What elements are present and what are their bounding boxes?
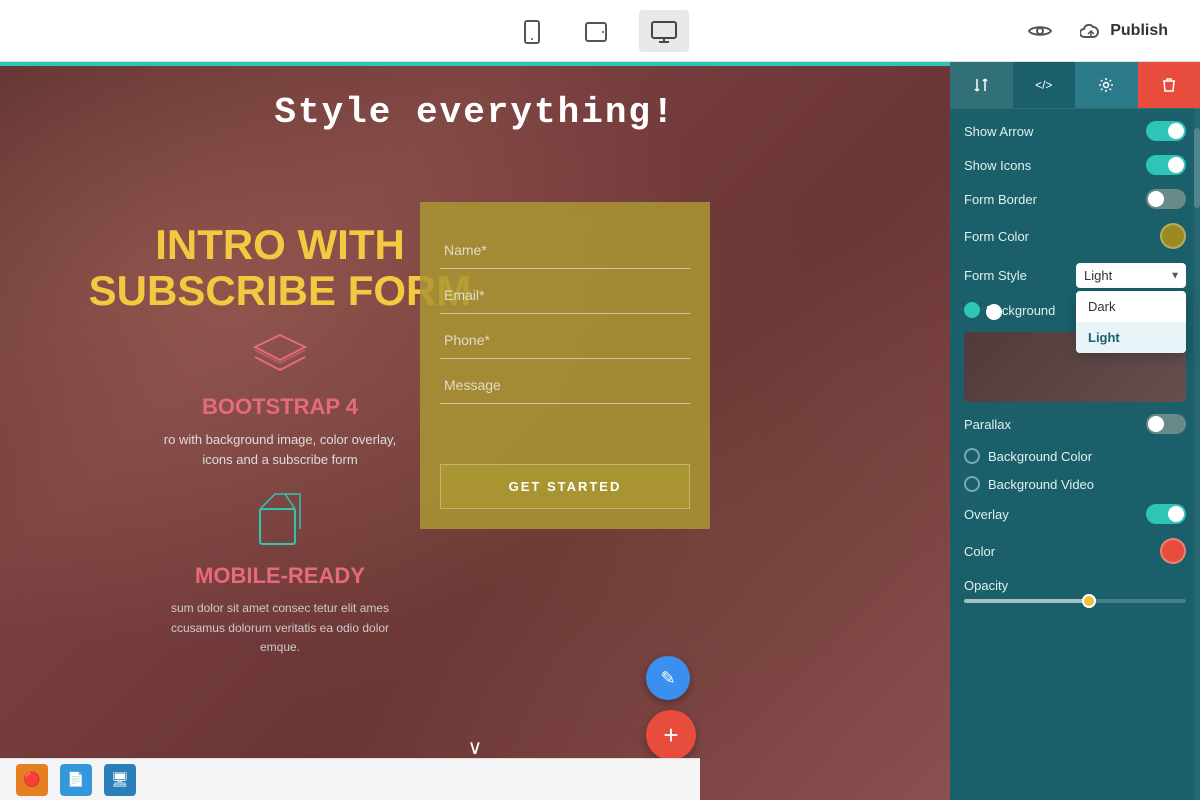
bottom-btn-1[interactable]: 🔴 [16,764,48,796]
show-arrow-toggle[interactable] [1146,121,1186,141]
panel-toolbar: </> [950,62,1200,109]
top-bar-right: Publish [1028,12,1180,49]
bg-color-row: Background Color [964,448,1186,464]
subscribe-form: GET STARTED [420,202,710,529]
parallax-label: Parallax [964,417,1011,432]
add-fab-button[interactable]: + [646,710,696,760]
form-color-row: Form Color [964,223,1186,249]
gear-icon [1098,77,1114,93]
panel-content: Show Arrow Show Icons Form Border Form C… [950,109,1200,800]
edit-icon: ✎ [660,668,675,689]
down-arrow[interactable]: ∨ [468,735,483,760]
name-input[interactable] [440,232,690,269]
bg-color-radio[interactable] [964,448,980,464]
opacity-slider-track[interactable] [964,599,1186,603]
get-started-button[interactable]: GET STARTED [440,464,690,509]
opacity-row: Opacity [964,578,1186,603]
panel-sort-btn[interactable] [950,62,1013,108]
parallax-row: Parallax [964,414,1186,434]
edit-fab-button[interactable]: ✎ [646,656,690,700]
canvas: Style everything! INTRO WITH SUBSCRIBE F… [0,62,950,800]
mobile-device-btn[interactable] [511,9,553,51]
panel-code-btn[interactable]: </> [1013,62,1076,108]
form-style-row: Form Style Light Dark ▼ Dark Light [964,263,1186,288]
overlay-toggle[interactable] [1146,504,1186,524]
show-arrow-row: Show Arrow [964,121,1186,141]
code-icon: </> [1035,78,1052,92]
form-style-select[interactable]: Light Dark [1076,263,1186,288]
panel-gear-btn[interactable] [1075,62,1138,108]
lorem-text: sum dolor sit amet consec tetur elit ame… [30,599,530,657]
device-switcher [511,9,689,51]
bg-video-row: Background Video [964,476,1186,492]
add-icon: + [663,720,678,751]
background-toggle-dot[interactable] [964,302,980,318]
show-icons-toggle[interactable] [1146,155,1186,175]
form-style-dropdown-menu: Dark Light [1076,291,1186,353]
stack-icon [250,330,310,380]
bottom-btn-2[interactable]: 📄 [60,764,92,796]
box-icon [250,489,310,549]
show-arrow-label: Show Arrow [964,124,1033,139]
dropdown-option-light[interactable]: Light [1076,322,1186,353]
panel-scrollbar[interactable] [1194,108,1200,800]
opacity-slider-fill [964,599,1086,603]
show-icons-row: Show Icons [964,155,1186,175]
form-border-row: Form Border [964,189,1186,209]
form-color-label: Form Color [964,229,1029,244]
overlay-row: Overlay [964,504,1186,524]
color-label: Color [964,544,995,559]
tablet-device-btn[interactable] [573,10,619,52]
email-input[interactable] [440,277,690,314]
bottom-bar: 🔴 📄 🖥 [0,758,700,800]
form-style-label: Form Style [964,268,1027,283]
preview-icon[interactable] [1028,19,1052,42]
sort-icon [973,77,989,93]
publish-label: Publish [1110,22,1168,40]
dropdown-option-dark[interactable]: Dark [1076,291,1186,322]
form-color-swatch[interactable] [1160,223,1186,249]
overlay-color-swatch[interactable] [1160,538,1186,564]
opacity-slider-thumb[interactable] [1082,594,1096,608]
overlay-label: Overlay [964,507,1009,522]
panel-scrollbar-thumb[interactable] [1194,128,1200,208]
form-style-dropdown-wrapper: Light Dark ▼ Dark Light [1076,263,1186,288]
bg-video-radio[interactable] [964,476,980,492]
show-icons-label: Show Icons [964,158,1031,173]
publish-button[interactable]: Publish [1068,12,1180,49]
form-border-toggle[interactable] [1146,189,1186,209]
parallax-toggle[interactable] [1146,414,1186,434]
canvas-headline: Style everything! [274,92,675,133]
bottom-btn-3[interactable]: 🖥 [104,764,136,796]
panel-delete-btn[interactable] [1138,62,1200,108]
bg-video-label: Background Video [988,477,1094,492]
mobile-label: MOBILE-READY [30,563,530,589]
color-row: Color [964,538,1186,564]
phone-input[interactable] [440,322,690,359]
desktop-device-btn[interactable] [639,10,689,52]
form-border-label: Form Border [964,192,1037,207]
cloud-icon [1080,20,1102,41]
top-bar: Publish [0,0,1200,62]
opacity-label: Opacity [964,578,1008,593]
bg-color-label: Background Color [988,449,1092,464]
teal-top-bar [0,62,950,66]
right-panel: </> Show Arrow Sho [950,62,1200,800]
message-input[interactable] [440,367,690,404]
delete-icon [1162,77,1176,93]
main-area: Style everything! INTRO WITH SUBSCRIBE F… [0,62,1200,800]
